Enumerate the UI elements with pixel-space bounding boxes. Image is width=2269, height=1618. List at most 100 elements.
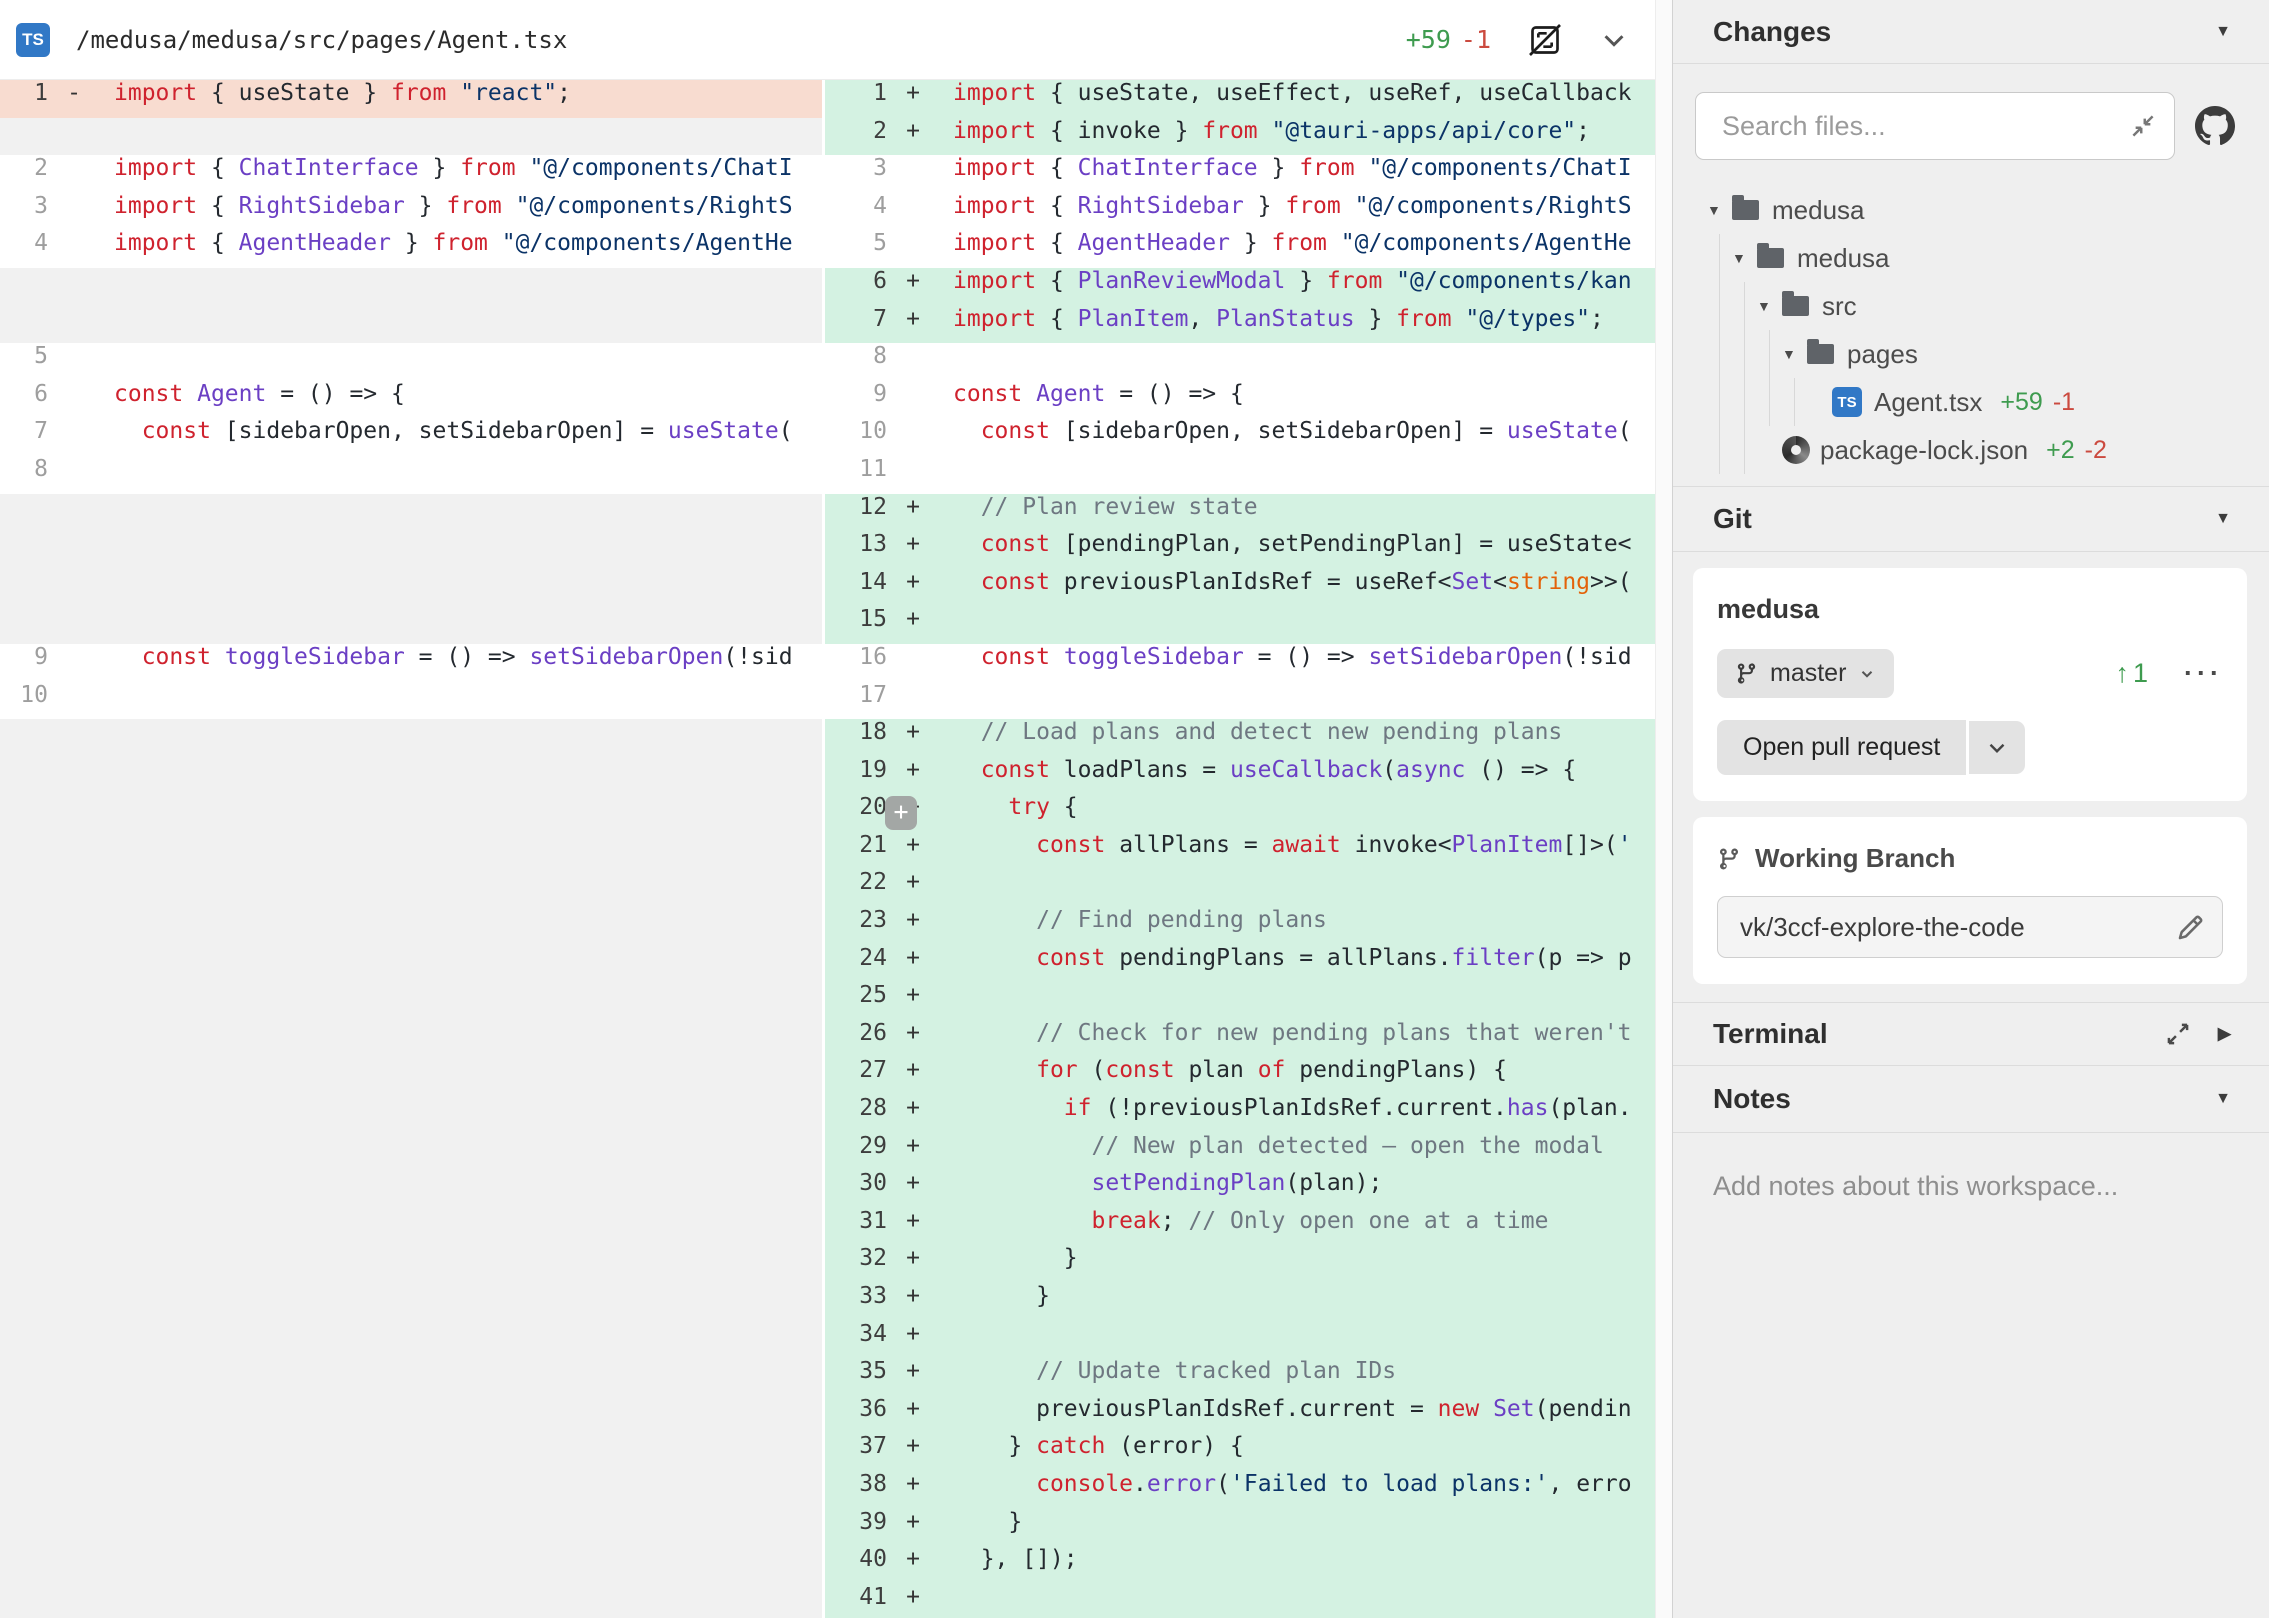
line-number: 30 [825, 1170, 887, 1208]
diff-code-row: 5import { AgentHeader } from "@/componen… [825, 230, 1655, 268]
diff-scrollbar-gutter[interactable] [1655, 0, 1672, 1618]
code-text [939, 982, 1655, 1020]
code-text: import { ChatInterface } from "@/compone… [100, 155, 822, 193]
diff-marker: + [887, 1245, 939, 1283]
line-number: 25 [825, 982, 887, 1020]
tree-indent-guide [1707, 426, 1732, 474]
line-number: 10 [0, 682, 48, 720]
terminal-title: Terminal [1713, 1018, 1828, 1050]
diff-code-row: 26+ // Check for new pending plans that … [825, 1020, 1655, 1058]
git-collapse-caret-icon[interactable]: ▼ [2215, 510, 2231, 528]
repo-name: medusa [1717, 594, 2223, 625]
tree-item-label: src [1822, 291, 1857, 322]
line-number: 34 [825, 1321, 887, 1359]
diff-spacer-row [0, 1584, 822, 1618]
code-text: } [939, 1509, 1655, 1547]
diff-spacer-row [0, 1208, 822, 1246]
folder-expand-caret-icon[interactable]: ▼ [1707, 202, 1732, 218]
line-number: 12 [825, 494, 887, 532]
diff-spacer-row [0, 1396, 822, 1434]
tree-folder-pages[interactable]: ▼ pages [1673, 330, 2269, 378]
diff-spacer-row [0, 869, 822, 907]
branch-selector[interactable]: master [1717, 649, 1894, 698]
line-number: 4 [825, 193, 887, 231]
line-number: 26 [825, 1020, 887, 1058]
file-deletions-badge: -2 [2085, 436, 2107, 465]
diff-marker: + [887, 1283, 939, 1321]
diff-marker: + [887, 907, 939, 945]
notes-collapse-caret-icon[interactable]: ▼ [2215, 1090, 2231, 1108]
diff-marker: + [887, 1321, 939, 1359]
repo-more-actions-button[interactable]: ··· [2184, 658, 2223, 689]
tree-file-package-lock.json[interactable]: package-lock.json+2-2 [1673, 426, 2269, 474]
line-number: 3 [0, 193, 48, 231]
commits-ahead-badge: ↑1 [2115, 658, 2148, 689]
working-branch-field[interactable]: vk/3ccf-explore-the-code [1717, 896, 2223, 958]
diff-panel: TS /medusa/medusa/src/pages/Agent.tsx +5… [0, 0, 1655, 1618]
tree-folder-medusa[interactable]: ▼medusa [1673, 186, 2269, 234]
diff-marker: + [887, 1433, 939, 1471]
diff-code-row: 10 [0, 682, 822, 720]
diff-marker: + [887, 982, 939, 1020]
pull-request-options-dropdown[interactable] [1969, 721, 2025, 774]
folder-icon [1782, 296, 1809, 316]
terminal-expand-caret-icon[interactable]: ▶ [2218, 1024, 2231, 1044]
notes-input-area[interactable]: Add notes about this workspace... [1673, 1133, 2269, 1240]
line-number: 27 [825, 1057, 887, 1095]
diff-code-row: 11 [825, 456, 1655, 494]
search-files-input[interactable] [1695, 92, 2175, 160]
tree-folder-medusa[interactable]: ▼medusa [1673, 234, 2269, 282]
diff-code-row: 2 import { ChatInterface } from "@/compon… [0, 155, 822, 193]
changes-collapse-caret-icon[interactable]: ▼ [2215, 23, 2231, 41]
tree-indent-guide [1707, 282, 1732, 330]
diff-marker: + [887, 719, 939, 757]
edit-branch-pencil-icon[interactable] [2177, 914, 2204, 941]
collapse-file-chevron-icon[interactable] [1599, 25, 1629, 55]
working-branch-card: Working Branch vk/3ccf-explore-the-code [1693, 817, 2247, 984]
file-additions-badge: +2 [2046, 436, 2075, 465]
diff-marker: + [887, 306, 939, 344]
notes-section-header[interactable]: Notes ▼ [1673, 1066, 2269, 1132]
diff-code-row: 6const Agent = () => { [0, 381, 822, 419]
line-number: 2 [0, 155, 48, 193]
diff-spacer-row [0, 494, 822, 532]
github-icon[interactable] [2195, 106, 2235, 146]
changes-section-header[interactable]: Changes ▼ [1673, 0, 2269, 63]
line-number: 9 [0, 644, 48, 682]
line-number: 10 [825, 418, 887, 456]
diff-code-row: 22+ [825, 869, 1655, 907]
code-text: const toggleSidebar = () => setSidebarOp… [100, 644, 822, 682]
diff-marker [887, 193, 939, 231]
diff-spacer-row [0, 1321, 822, 1359]
line-number: 15 [825, 606, 887, 644]
code-text: import { PlanItem, PlanStatus } from "@/… [939, 306, 1655, 344]
diff-spacer-row [0, 1509, 822, 1547]
diff-spacer-row [0, 832, 822, 870]
workspace-sidebar: Changes ▼ ▼medusa▼medusa▼src▼pagesTSAgen… [1672, 0, 2269, 1618]
terminal-section-header[interactable]: Terminal ▶ [1673, 1003, 2269, 1065]
git-title: Git [1713, 503, 1752, 535]
code-text: try { [939, 794, 1655, 832]
code-text: import { AgentHeader } from "@/component… [939, 230, 1655, 268]
split-diff-toggle-icon[interactable] [1525, 20, 1565, 60]
add-comment-button[interactable]: + [885, 796, 917, 830]
diff-marker: + [887, 80, 939, 118]
line-number: 18 [825, 719, 887, 757]
tree-item-label: pages [1847, 339, 1918, 370]
collapse-tree-icon[interactable] [2129, 112, 2157, 140]
expand-terminal-icon[interactable] [2164, 1020, 2192, 1048]
folder-expand-caret-icon[interactable]: ▼ [1782, 346, 1807, 362]
diff-spacer-row [0, 531, 822, 569]
diff-marker: + [887, 1020, 939, 1058]
open-pull-request-button[interactable]: Open pull request [1717, 720, 1966, 775]
tree-file-Agent.tsx[interactable]: TSAgent.tsx+59-1 [1673, 378, 2269, 426]
git-section-header[interactable]: Git ▼ [1673, 487, 2269, 551]
line-number: 41 [825, 1584, 887, 1618]
code-text: } [939, 1245, 1655, 1283]
typescript-file-icon: TS [1832, 387, 1862, 417]
diff-marker: + [887, 268, 939, 306]
folder-expand-caret-icon[interactable]: ▼ [1757, 298, 1782, 314]
folder-expand-caret-icon[interactable]: ▼ [1732, 250, 1757, 266]
tree-folder-src[interactable]: ▼ src [1673, 282, 2269, 330]
code-text: setPendingPlan(plan); [939, 1170, 1655, 1208]
